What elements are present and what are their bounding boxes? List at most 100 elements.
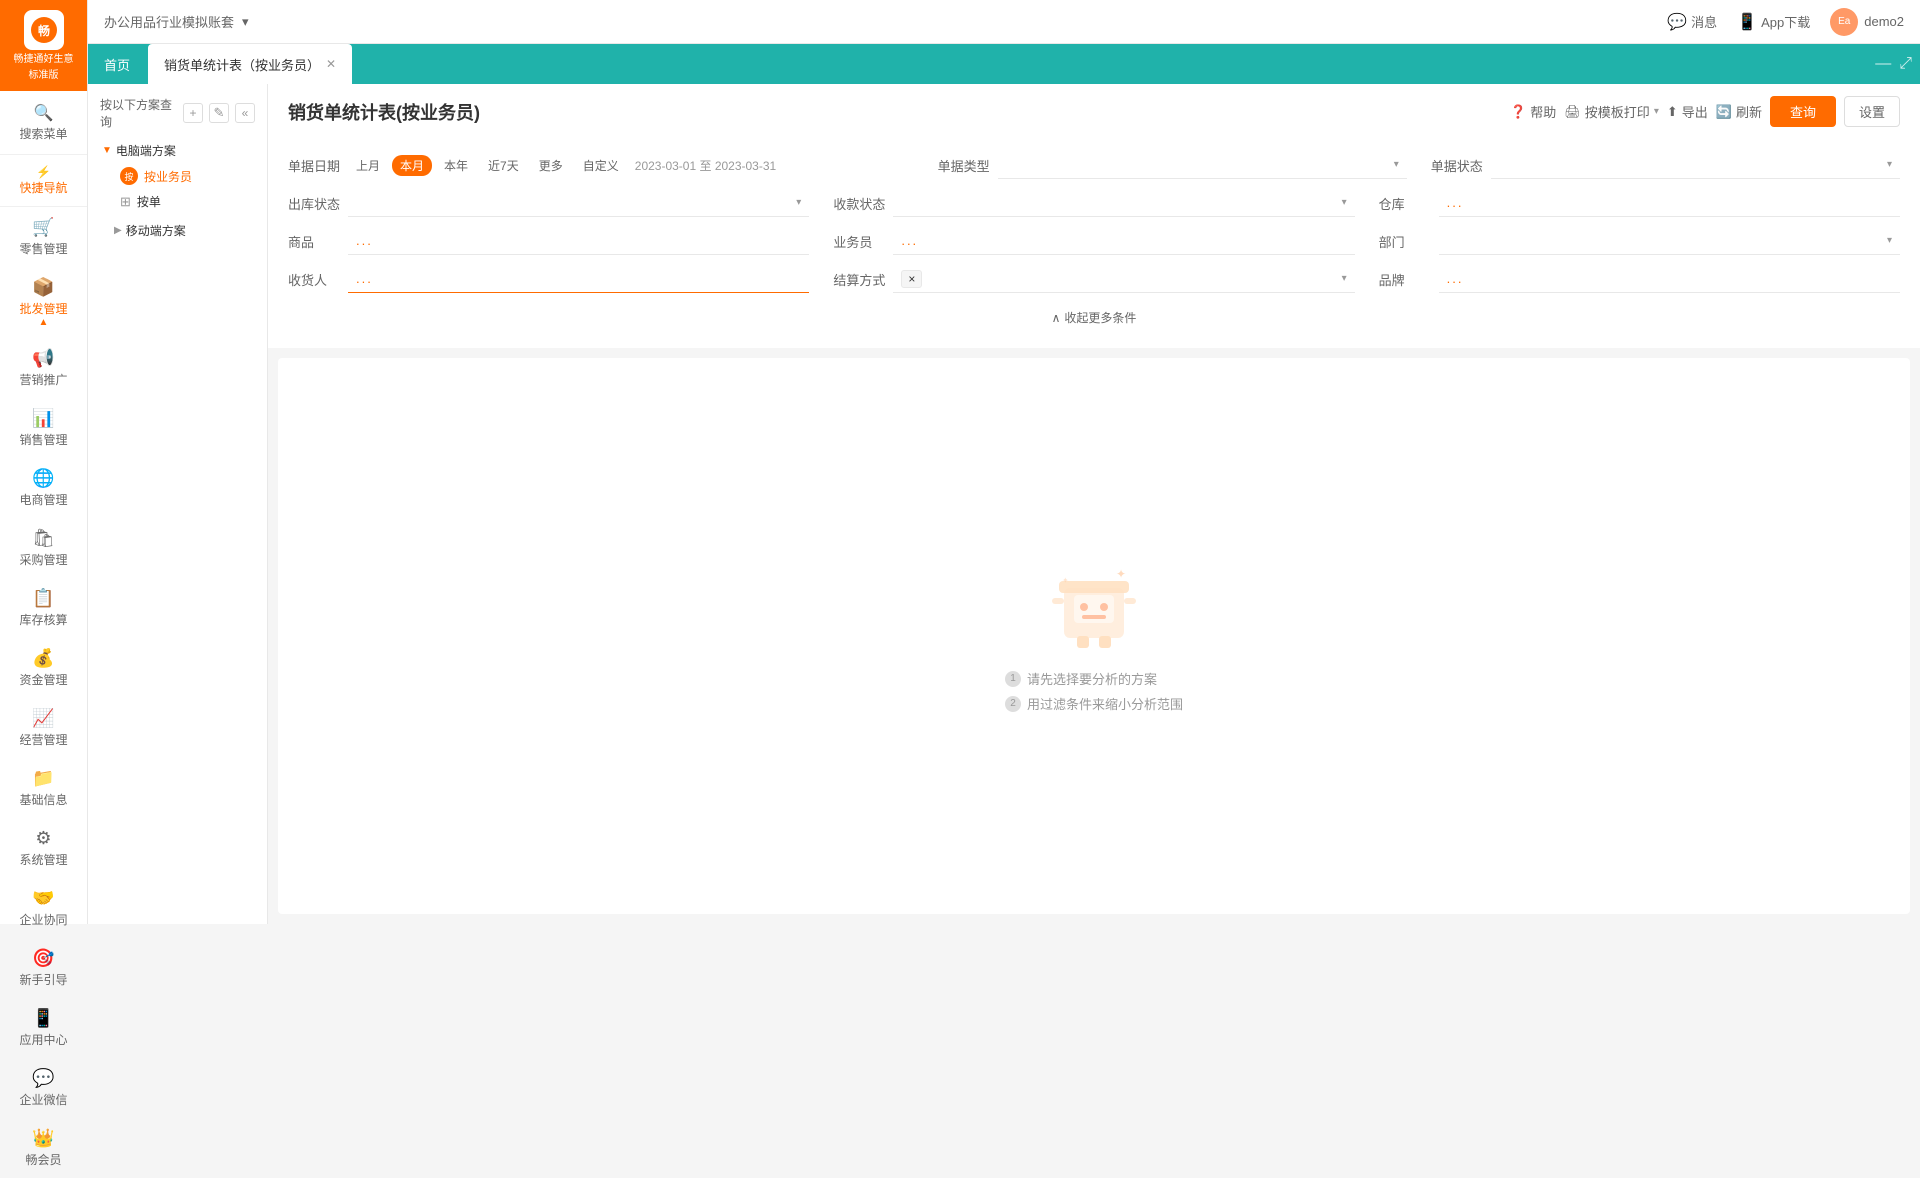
- filter-area: 单据日期 上月 本月 本年 近7天 更多 自定义 2023-03-01 至 20…: [268, 139, 1920, 348]
- dept-select[interactable]: ▾: [1439, 227, 1900, 255]
- refresh-label: 刷新: [1736, 102, 1762, 121]
- sidebar-item-finance[interactable]: 💰 资金管理: [0, 638, 87, 698]
- sidebar-label: 采购管理: [19, 551, 67, 568]
- message-button[interactable]: 💬 消息: [1667, 12, 1717, 32]
- sidebar-item-retail[interactable]: 🛒 零售管理: [0, 207, 87, 267]
- collect-status-select[interactable]: ▾: [893, 189, 1354, 217]
- app-logo[interactable]: 畅 畅捷通好生意 标准版: [0, 0, 87, 91]
- settlement-tag-close[interactable]: ×: [908, 272, 915, 286]
- template-print-button[interactable]: 🖨 按模板打印 ▾: [1564, 102, 1659, 121]
- wholesale-icon: 📦: [32, 277, 54, 298]
- date-pill-7days[interactable]: 近7天: [480, 155, 527, 176]
- sidebar-item-search[interactable]: 🔍 搜索菜单: [0, 91, 87, 155]
- settings-button[interactable]: 设置: [1844, 96, 1900, 127]
- app-download-button[interactable]: 📱 App下载: [1737, 12, 1810, 32]
- doc-type-select[interactable]: ▾: [998, 151, 1407, 179]
- staff-input[interactable]: ...: [893, 227, 1354, 255]
- breadcrumb-dropdown-icon[interactable]: ▾: [242, 14, 249, 30]
- window-maximize-icon[interactable]: ⤢: [1899, 55, 1912, 73]
- date-pill-last-month[interactable]: 上月: [348, 155, 388, 176]
- goods-label: 商品: [288, 232, 348, 251]
- page-actions: ❓ 帮助 🖨 按模板打印 ▾ ⬆ 导出: [1510, 96, 1900, 127]
- warehouse-input[interactable]: ...: [1439, 189, 1900, 217]
- sidebar-item-marketing[interactable]: 📢 营销推广: [0, 338, 87, 398]
- brand-input[interactable]: ...: [1439, 265, 1900, 293]
- right-panel: 销货单统计表(按业务员) ❓ 帮助 🖨 按模板打印 ▾: [268, 84, 1920, 924]
- tab-home[interactable]: 首页: [88, 44, 146, 84]
- collapse-icon: ∧: [1052, 311, 1061, 325]
- sidebar-item-ecommerce[interactable]: 🌐 电商管理: [0, 458, 87, 518]
- collapse-panel-button[interactable]: «: [235, 103, 255, 123]
- filter-date: 单据日期 上月 本月 本年 近7天 更多 自定义 2023-03-01 至 20…: [288, 155, 914, 176]
- sidebar-item-sales[interactable]: 📊 销售管理: [0, 398, 87, 458]
- out-status-chevron: ▾: [796, 197, 801, 208]
- dept-label: 部门: [1379, 232, 1439, 251]
- user-menu[interactable]: Ea demo2: [1830, 8, 1904, 36]
- sidebar-item-system[interactable]: ⚙ 系统管理: [0, 818, 87, 878]
- settlement-select[interactable]: × ▾: [893, 265, 1354, 293]
- filter-collect-status: 收款状态 ▾: [833, 189, 1354, 217]
- sidebar-item-member[interactable]: 👑 畅会员: [0, 1118, 87, 1178]
- topbar-left: 办公用品行业模拟账套 ▾: [104, 12, 249, 31]
- lightning-icon: ⚡: [36, 165, 51, 179]
- out-status-select[interactable]: ▾: [348, 189, 809, 217]
- sidebar-label: 经营管理: [19, 731, 67, 748]
- sidebar-item-enterprise[interactable]: 🤝 企业协同: [0, 878, 87, 938]
- tab-home-label: 首页: [104, 55, 130, 74]
- inventory-icon: 📋: [32, 588, 54, 609]
- left-panel-header: 按以下方案查询 + ✎ «: [88, 96, 267, 138]
- sidebar-item-appstore[interactable]: 📱 应用中心: [0, 998, 87, 1058]
- date-pill-custom[interactable]: 自定义: [575, 155, 627, 176]
- date-pill-more[interactable]: 更多: [531, 155, 571, 176]
- mobile-scheme-section[interactable]: ▶ 移动端方案: [96, 218, 259, 243]
- pc-scheme-label: 电脑端方案: [116, 142, 176, 159]
- collapse-button[interactable]: ∧ 收起更多条件: [1052, 309, 1137, 326]
- scheme-query-label: 按以下方案查询: [100, 96, 183, 130]
- query-button[interactable]: 查询: [1770, 96, 1836, 127]
- sidebar-item-inventory[interactable]: 📋 库存核算: [0, 578, 87, 638]
- sales-icon: 📊: [32, 408, 54, 429]
- sidebar-item-shortcut[interactable]: ⚡ 快捷导航: [0, 155, 87, 207]
- page-filter-wrapper: 销货单统计表(按业务员) ❓ 帮助 🖨 按模板打印 ▾: [268, 84, 1920, 348]
- search-icon: 🔍: [34, 103, 54, 123]
- help-button[interactable]: ❓ 帮助: [1510, 102, 1556, 121]
- empty-state: ✦ ✦ 1 请先选择要分析的方案 2 用过滤条件来缩小分析范围: [278, 358, 1910, 914]
- filter-warehouse: 仓库 ...: [1379, 189, 1900, 217]
- main-area: 办公用品行业模拟账套 ▾ 💬 消息 📱 App下载 Ea demo2 首页: [88, 0, 1920, 924]
- collapse-label: 收起更多条件: [1064, 309, 1136, 326]
- sidebar-item-purchase[interactable]: 🛍 采购管理: [0, 518, 87, 578]
- sidebar-label: 企业微信: [19, 1091, 67, 1108]
- sidebar-item-operations[interactable]: 📈 经营管理: [0, 698, 87, 758]
- sidebar-item-wechat[interactable]: 💬 企业微信: [0, 1058, 87, 1118]
- window-minimize-icon[interactable]: —: [1875, 55, 1891, 73]
- member-icon: 👑: [32, 1128, 54, 1149]
- tab-sales-stat[interactable]: 销货单统计表（按业务员） ✕: [148, 44, 352, 84]
- tab-close-icon[interactable]: ✕: [326, 57, 336, 71]
- date-pill-this-month[interactable]: 本月: [392, 155, 432, 176]
- receiver-input[interactable]: ...: [348, 265, 809, 293]
- filter-row-4: 收货人 ... 结算方式 × ▾: [288, 265, 1900, 293]
- filter-settlement: 结算方式 × ▾: [833, 265, 1354, 293]
- date-pill-this-year[interactable]: 本年: [436, 155, 476, 176]
- enterprise-icon: 🤝: [32, 888, 54, 909]
- empty-tip-1: 1 请先选择要分析的方案: [1005, 669, 1183, 688]
- sidebar-item-newbie[interactable]: 🎯 新手引导: [0, 938, 87, 998]
- sidebar-label: 批发管理: [19, 300, 67, 317]
- sidebar-item-basic[interactable]: 📁 基础信息: [0, 758, 87, 818]
- goods-input[interactable]: ...: [348, 227, 809, 255]
- sidebar-item-wholesale[interactable]: 📦 批发管理 ▲: [0, 267, 87, 338]
- refresh-button[interactable]: 🔄 刷新: [1716, 102, 1762, 121]
- scheme-by-staff[interactable]: 按 按业务员: [96, 163, 259, 189]
- sidebar-label: 销售管理: [19, 431, 67, 448]
- export-button[interactable]: ⬆ 导出: [1667, 102, 1708, 121]
- edit-scheme-button[interactable]: ✎: [209, 103, 229, 123]
- marketing-icon: 📢: [32, 348, 54, 369]
- tip-num-2: 2: [1005, 696, 1021, 712]
- refresh-icon: 🔄: [1716, 104, 1732, 120]
- add-scheme-button[interactable]: +: [183, 103, 203, 123]
- scheme-by-order[interactable]: ⊞ 按单: [96, 189, 259, 214]
- template-print-label: 按模板打印: [1585, 102, 1650, 121]
- doc-status-select[interactable]: ▾: [1491, 151, 1900, 179]
- page-title: 销货单统计表(按业务员): [288, 99, 480, 125]
- pc-scheme-section[interactable]: ▼ 电脑端方案: [96, 138, 259, 163]
